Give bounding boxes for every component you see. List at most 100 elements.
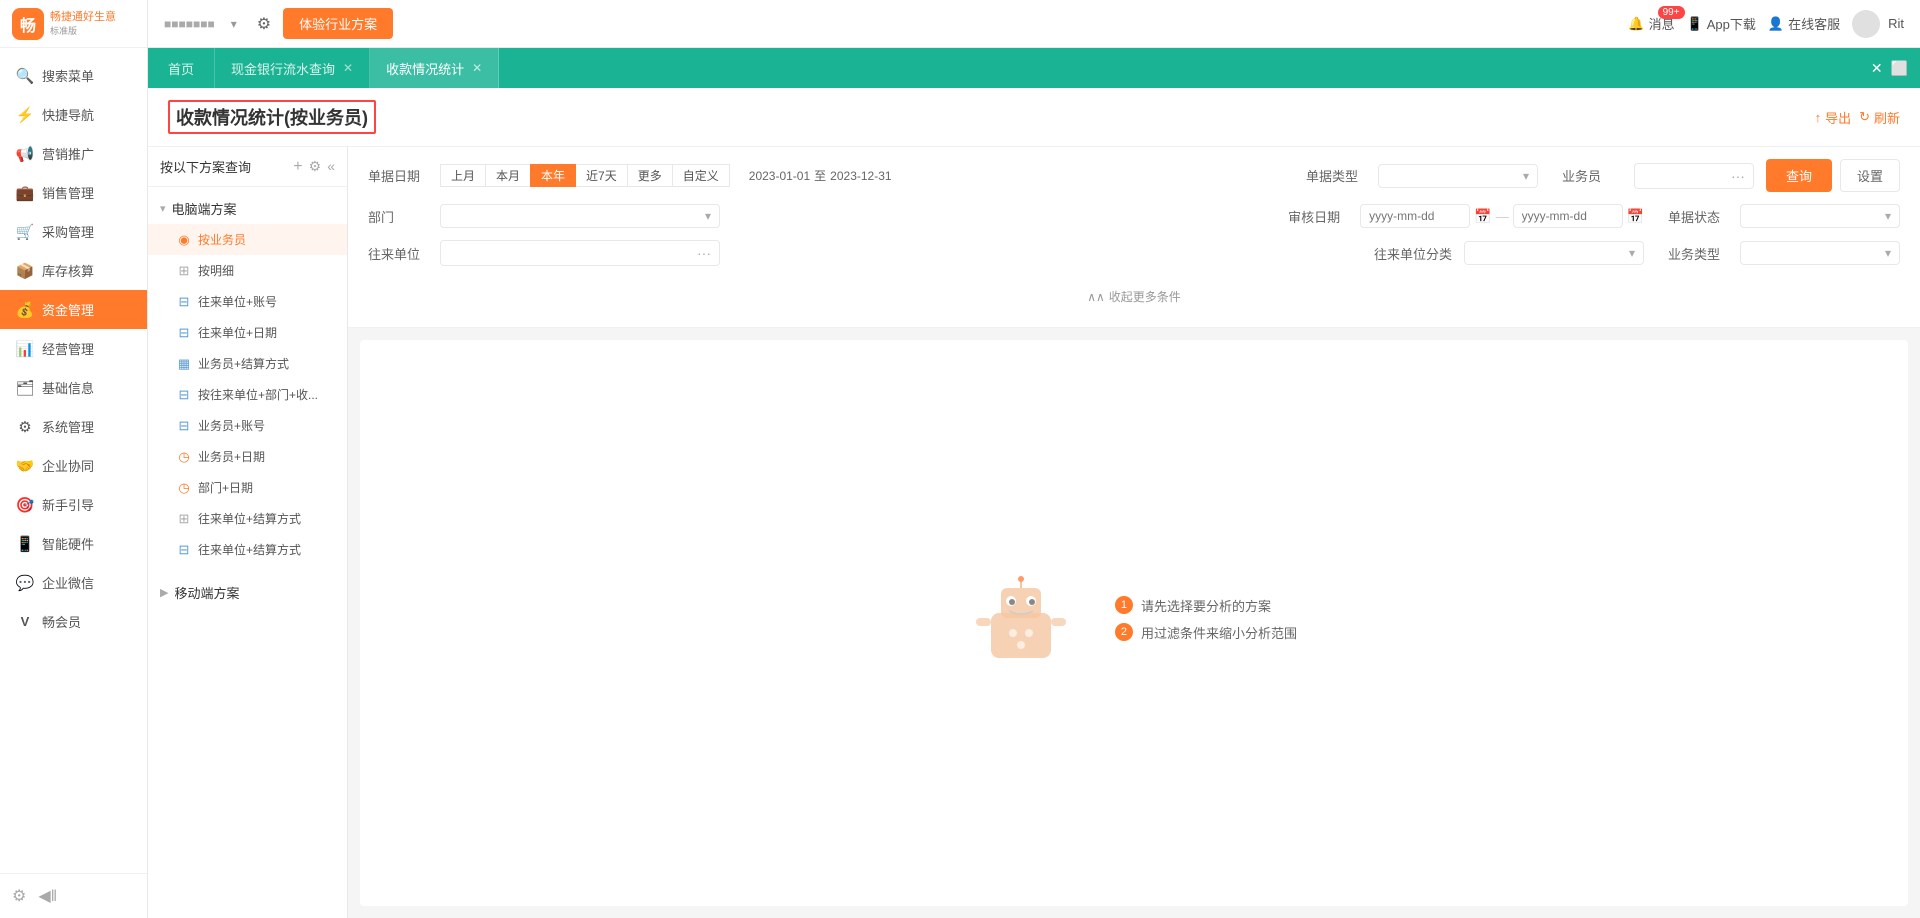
refresh-button[interactable]: ↻ 刷新 <box>1859 108 1900 127</box>
tab-collection[interactable]: 收款情况统计 ✕ <box>370 48 499 88</box>
settings-button[interactable]: 设置 <box>1840 159 1900 192</box>
counterpart-more-icon[interactable]: ··· <box>697 245 711 261</box>
biz-type-label: 业务类型 <box>1668 244 1728 263</box>
dept-arrow-icon: ▾ <box>705 209 711 223</box>
scheme-item-detail[interactable]: ⊞ 按明细 <box>148 255 347 286</box>
date-btn-custom[interactable]: 自定义 <box>672 164 730 187</box>
scheme-item-unit-settle2[interactable]: ⊟ 往来单位+结算方式 <box>148 534 347 565</box>
review-date-to[interactable] <box>1513 204 1623 228</box>
sidebar-item-quicknav[interactable]: ⚡ 快捷导航 <box>0 95 147 134</box>
sidebar-item-operations[interactable]: 📊 经营管理 <box>0 329 147 368</box>
sidebar-item-sales[interactable]: 💼 销售管理 <box>0 173 147 212</box>
capital-icon: 💰 <box>16 301 34 319</box>
salesperson-more-icon[interactable]: ··· <box>1731 168 1745 184</box>
date-shortcuts: 上月 本月 本年 近7天 更多 自定义 <box>440 164 729 187</box>
sidebar-item-system[interactable]: ⚙ 系统管理 <box>0 407 147 446</box>
sidebar-item-search[interactable]: 🔍 搜索菜单 <box>0 56 147 95</box>
review-date-to-cal-icon[interactable]: 📅 <box>1627 208 1644 225</box>
sidebar-item-member[interactable]: V 畅会员 <box>0 602 147 641</box>
user-area[interactable]: Rit <box>1852 10 1904 38</box>
desktop-category[interactable]: ▾ 电脑端方案 <box>148 193 347 224</box>
doc-status-arrow-icon: ▾ <box>1885 209 1891 223</box>
add-scheme-button[interactable]: + <box>293 158 302 176</box>
tab-bank[interactable]: 现金银行流水查询 ✕ <box>215 48 370 88</box>
sidebar-item-label: 企业微信 <box>42 573 94 592</box>
date-btn-this-month[interactable]: 本月 <box>485 164 531 187</box>
sidebar-item-hardware[interactable]: 📱 智能硬件 <box>0 524 147 563</box>
date-btn-7days[interactable]: 近7天 <box>575 164 628 187</box>
system-icon: ⚙ <box>16 418 34 436</box>
tip-text-1: 请先选择要分析的方案 <box>1141 596 1271 615</box>
tab-expand-icon[interactable]: ⬜ <box>1891 60 1908 77</box>
salesperson-account-scheme-icon: ⊟ <box>176 418 192 434</box>
biz-type-arrow-icon: ▾ <box>1885 246 1891 260</box>
scheme-item-unit-date[interactable]: ⊟ 往来单位+日期 <box>148 317 347 348</box>
doc-status-select[interactable]: ▾ <box>1740 204 1900 228</box>
date-btn-more[interactable]: 更多 <box>627 164 673 187</box>
scheme-item-salesperson-settle[interactable]: ▦ 业务员+结算方式 <box>148 348 347 379</box>
counterpart-input-group: ··· <box>440 240 720 266</box>
unit-dept-scheme-icon: ⊟ <box>176 387 192 403</box>
sidebar-item-guide[interactable]: 🎯 新手引导 <box>0 485 147 524</box>
scheme-item-unit-settle1[interactable]: ⊞ 往来单位+结算方式 <box>148 503 347 534</box>
scheme-item-salesperson[interactable]: ◉ 按业务员 <box>148 224 347 255</box>
sidebar-item-purchase[interactable]: 🛒 采购管理 <box>0 212 147 251</box>
query-button[interactable]: 查询 <box>1766 159 1832 192</box>
tab-collection-close[interactable]: ✕ <box>472 61 482 75</box>
service-icon: 👤 <box>1768 16 1784 32</box>
date-btn-this-year[interactable]: 本年 <box>530 164 576 187</box>
salesperson-label: 业务员 <box>1562 166 1622 185</box>
review-date-from[interactable] <box>1360 204 1470 228</box>
review-date-label: 审核日期 <box>1288 207 1348 226</box>
export-button[interactable]: ↑ 导出 <box>1815 108 1852 127</box>
panel-collapse-button[interactable]: « <box>327 158 335 176</box>
online-service-area[interactable]: 👤 在线客服 <box>1768 14 1840 33</box>
dropdown-arrow[interactable]: ▾ <box>231 17 237 31</box>
enterprise-icon: 🤝 <box>16 457 34 475</box>
unit-settle2-scheme-icon: ⊟ <box>176 542 192 558</box>
bottom-settings-btn[interactable]: ⚙ <box>12 886 26 906</box>
dept-date-scheme-icon: ◷ <box>176 480 192 496</box>
scheme-item-salesperson-date[interactable]: ◷ 业务员+日期 <box>148 441 347 472</box>
scheme-item-salesperson-account[interactable]: ⊟ 业务员+账号 <box>148 410 347 441</box>
counterpart-category-select[interactable]: ▾ <box>1464 241 1644 265</box>
sidebar-item-marketing[interactable]: 📢 营销推广 <box>0 134 147 173</box>
sidebar-item-basic[interactable]: 🗂 基础信息 <box>0 368 147 407</box>
trial-button[interactable]: 体验行业方案 <box>283 8 393 39</box>
counterpart-category-label: 往来单位分类 <box>1374 244 1452 263</box>
logo-area: 畅 畅捷通好生意 标准版 <box>0 0 147 48</box>
sidebar-item-wechat[interactable]: 💬 企业微信 <box>0 563 147 602</box>
sidebar-item-label: 畅会员 <box>42 612 81 631</box>
notification-area[interactable]: 🔔 消息 99+ <box>1628 14 1674 33</box>
scheme-item-dept-date[interactable]: ◷ 部门+日期 <box>148 472 347 503</box>
date-to: 2023-12-31 <box>830 169 891 183</box>
counterpart-label: 往来单位 <box>368 244 428 263</box>
scheme-item-unit-dept[interactable]: ⊟ 按往来单位+部门+收... <box>148 379 347 410</box>
logo-text-area: 畅捷通好生意 标准版 <box>50 10 116 37</box>
sidebar-item-enterprise[interactable]: 🤝 企业协同 <box>0 446 147 485</box>
empty-state: 1 请先选择要分析的方案 2 用过滤条件来缩小分析范围 <box>360 340 1908 906</box>
tab-home[interactable]: 首页 <box>148 48 215 88</box>
bottom-collapse-btn[interactable]: ◀‖ <box>38 886 57 906</box>
doc-type-select[interactable]: ▾ <box>1378 164 1538 188</box>
mobile-category[interactable]: ▶ 移动端方案 <box>148 577 347 608</box>
scheme-item-unit-account[interactable]: ⊟ 往来单位+账号 <box>148 286 347 317</box>
collapse-bar[interactable]: ∧∧ 收起更多条件 <box>368 278 1900 315</box>
app-download-area[interactable]: 📱 App下载 <box>1687 14 1756 33</box>
dept-select[interactable]: ▾ <box>440 204 720 228</box>
scheme-settings-button[interactable]: ⚙ <box>309 158 322 176</box>
date-btn-last-month[interactable]: 上月 <box>440 164 486 187</box>
tab-close-all-icon[interactable]: ✕ <box>1871 60 1883 77</box>
tab-bank-close[interactable]: ✕ <box>343 61 353 75</box>
biz-type-select[interactable]: ▾ <box>1740 241 1900 265</box>
review-date-from-cal-icon[interactable]: 📅 <box>1474 208 1491 225</box>
sidebar-item-label: 经营管理 <box>42 339 94 358</box>
sidebar-item-capital[interactable]: 💰 资金管理 <box>0 290 147 329</box>
empty-robot-illustration <box>971 573 1071 673</box>
sidebar-item-inventory[interactable]: 📦 库存核算 <box>0 251 147 290</box>
logo-name: 畅捷通好生意 <box>50 10 116 24</box>
scheme-item-label: 往来单位+账号 <box>198 293 277 310</box>
page-area: 收款情况统计(按业务员) ↑ 导出 ↻ 刷新 按以下方案查询 <box>148 88 1920 918</box>
right-panel: 单据日期 上月 本月 本年 近7天 更多 自定义 2023-01-01 至 <box>348 147 1920 918</box>
gear-button[interactable]: ⚙ <box>257 14 271 34</box>
